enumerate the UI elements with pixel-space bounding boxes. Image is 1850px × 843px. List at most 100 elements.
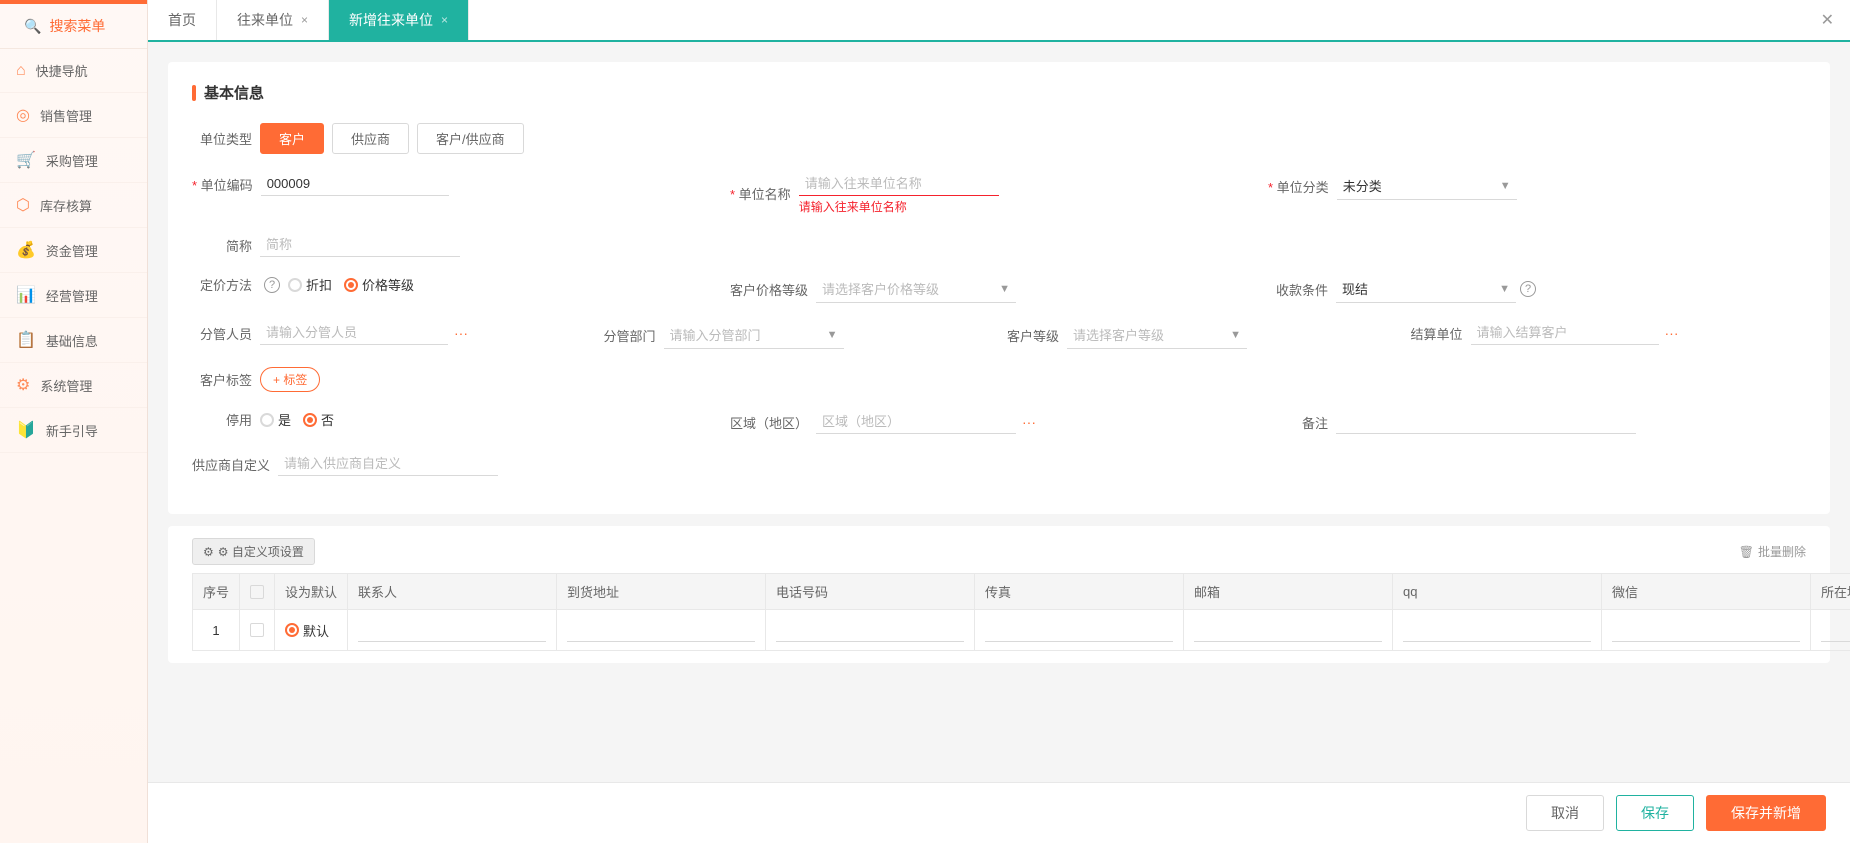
row-fax — [975, 610, 1184, 651]
customer-tag-row: 客户标签 + 标签 — [192, 367, 1806, 392]
region-input[interactable] — [816, 410, 1016, 434]
col-index: 序号 — [193, 574, 240, 610]
sidebar-item-basic[interactable]: 📋 基础信息 — [0, 318, 147, 363]
col-fax: 传真 — [975, 574, 1184, 610]
manager-more-btn[interactable]: ··· — [454, 325, 468, 341]
col-address: 到货地址 — [557, 574, 766, 610]
pricing-help-icon[interactable]: ? — [264, 277, 280, 293]
type-btn-customer[interactable]: 客户 — [260, 123, 324, 154]
tab-units-close[interactable]: × — [301, 13, 308, 27]
customer-level-placeholder: 请选择客户等级 — [1073, 325, 1222, 344]
tab-new-unit-close[interactable]: × — [441, 13, 448, 27]
custom-setting-label: ⚙ 自定义项设置 — [218, 543, 304, 560]
row-default-label: 默认 — [303, 621, 329, 640]
col-email: 邮箱 — [1184, 574, 1393, 610]
search-icon: 🔍 — [24, 18, 41, 35]
row-qq-input[interactable] — [1403, 618, 1591, 642]
sidebar-item-purchase[interactable]: 🛒 采购管理 — [0, 138, 147, 183]
close-all-icon: ✕ — [1821, 10, 1834, 30]
supplier-custom-group: 供应商自定义 — [192, 452, 1782, 476]
unit-type-group: 单位类型 客户 供应商 客户/供应商 — [192, 123, 1782, 154]
disabled-yes-option[interactable]: 是 — [260, 410, 291, 429]
tab-units-label: 往来单位 — [237, 10, 293, 30]
type-btn-both[interactable]: 客户/供应商 — [417, 123, 524, 154]
pricing-level-option[interactable]: 价格等级 — [344, 275, 414, 294]
purchase-icon: 🛒 — [16, 150, 36, 170]
tab-units[interactable]: 往来单位 × — [217, 0, 329, 40]
delete-icon: 🗑 — [1739, 545, 1754, 559]
settlement-unit-input[interactable] — [1471, 321, 1659, 345]
abbr-input[interactable] — [260, 233, 460, 257]
unit-category-select[interactable]: 未分类 ▼ — [1337, 172, 1517, 200]
unit-name-input-wrap: 请输入往来单位名称 — [799, 172, 999, 215]
settlement-more-btn[interactable]: ··· — [1665, 325, 1679, 341]
type-btn-supplier[interactable]: 供应商 — [332, 123, 409, 154]
system-icon: ⚙ — [16, 375, 30, 395]
sidebar-item-system[interactable]: ⚙ 系统管理 — [0, 363, 147, 408]
sidebar-item-label: 基础信息 — [46, 331, 98, 350]
manager-input[interactable] — [260, 321, 448, 345]
sidebar-item-quick-nav[interactable]: ⌂ 快捷导航 — [0, 49, 147, 93]
sidebar-item-operation[interactable]: 📊 经营管理 — [0, 273, 147, 318]
payment-terms-select[interactable]: 现结 ▼ — [1336, 275, 1516, 303]
chevron-down-icon2: ▼ — [999, 283, 1010, 295]
home-icon: ⌂ — [16, 62, 26, 80]
tab-close-all-button[interactable]: ✕ — [1805, 0, 1850, 40]
disabled-no-option[interactable]: 否 — [303, 410, 334, 429]
cancel-button[interactable]: 取消 — [1526, 795, 1604, 831]
table-header-row: 序号 设为默认 联系人 到货地址 电话号码 传真 邮箱 qq 微信 所在地区 — [193, 574, 1850, 610]
search-menu-button[interactable]: 🔍 搜索菜单 — [0, 4, 147, 49]
row-address-input[interactable] — [567, 618, 755, 642]
row-phone — [766, 610, 975, 651]
row-qq — [1393, 610, 1602, 651]
row-wechat-input[interactable] — [1612, 618, 1800, 642]
disabled-yes-label: 是 — [278, 410, 291, 429]
sidebar-item-label: 采购管理 — [46, 151, 98, 170]
row-fax-input[interactable] — [985, 618, 1173, 642]
row-address — [557, 610, 766, 651]
batch-delete-button[interactable]: 🗑 批量删除 — [1739, 543, 1806, 560]
sidebar-item-inventory[interactable]: ⬡ 库存核算 — [0, 183, 147, 228]
row-index: 1 — [193, 610, 240, 651]
add-tag-button[interactable]: + 标签 — [260, 367, 320, 392]
sidebar-item-label: 资金管理 — [46, 241, 98, 260]
save-button[interactable]: 保存 — [1616, 795, 1694, 831]
row-phone-input[interactable] — [776, 618, 964, 642]
tab-home[interactable]: 首页 — [148, 0, 217, 40]
guide-icon: 🔰 — [16, 420, 36, 440]
payment-terms-group: 收款条件 现结 ▼ ? — [1268, 275, 1782, 303]
sidebar-item-guide[interactable]: 🔰 新手引导 — [0, 408, 147, 453]
row-default-radio-item[interactable]: 默认 — [285, 621, 337, 640]
table-row: 1 默认 — [193, 610, 1850, 651]
basic-info-card: 基本信息 单位类型 客户 供应商 客户/供应商 单位编码 — [168, 62, 1830, 514]
row-contact-input[interactable] — [358, 618, 546, 642]
row-location-input[interactable] — [1821, 618, 1850, 642]
unit-code-input[interactable] — [261, 172, 449, 196]
payment-help-icon[interactable]: ? — [1520, 281, 1536, 297]
sidebar-item-finance[interactable]: 💰 资金管理 — [0, 228, 147, 273]
manager-group: 分管人员 ··· — [192, 321, 572, 345]
payment-terms-value: 现结 — [1342, 279, 1491, 298]
select-all-checkbox[interactable] — [250, 585, 264, 599]
row-checkbox[interactable] — [250, 623, 264, 637]
col-location: 所在地区 — [1811, 574, 1850, 610]
customer-level-select[interactable]: 请选择客户等级 ▼ — [1067, 321, 1247, 349]
pricing-method-label: 定价方法 — [192, 275, 252, 294]
department-select[interactable]: 请输入分管部门 ▼ — [664, 321, 844, 349]
sidebar-item-sales[interactable]: ◎ 销售管理 — [0, 93, 147, 138]
customer-price-level-select[interactable]: 请选择客户价格等级 ▼ — [816, 275, 1016, 303]
sidebar: 🔍 搜索菜单 ⌂ 快捷导航 ◎ 销售管理 🛒 采购管理 ⬡ 库存核算 💰 资金管… — [0, 0, 148, 843]
remark-input[interactable] — [1336, 410, 1636, 434]
save-and-new-button[interactable]: 保存并新增 — [1706, 795, 1826, 831]
supplier-custom-input[interactable] — [278, 452, 498, 476]
region-more-btn[interactable]: ··· — [1022, 414, 1036, 430]
tab-new-unit[interactable]: 新增往来单位 × — [329, 0, 469, 40]
sidebar-item-label: 新手引导 — [46, 421, 98, 440]
pricing-discount-option[interactable]: 折扣 — [288, 275, 332, 294]
custom-setting-button[interactable]: ⚙ ⚙ 自定义项设置 — [192, 538, 315, 565]
row-email-input[interactable] — [1194, 618, 1382, 642]
sidebar-item-label: 系统管理 — [40, 376, 92, 395]
chevron-down-icon4: ▼ — [827, 329, 838, 341]
unit-name-input[interactable] — [799, 172, 999, 196]
batch-delete-label: 批量删除 — [1758, 543, 1806, 560]
